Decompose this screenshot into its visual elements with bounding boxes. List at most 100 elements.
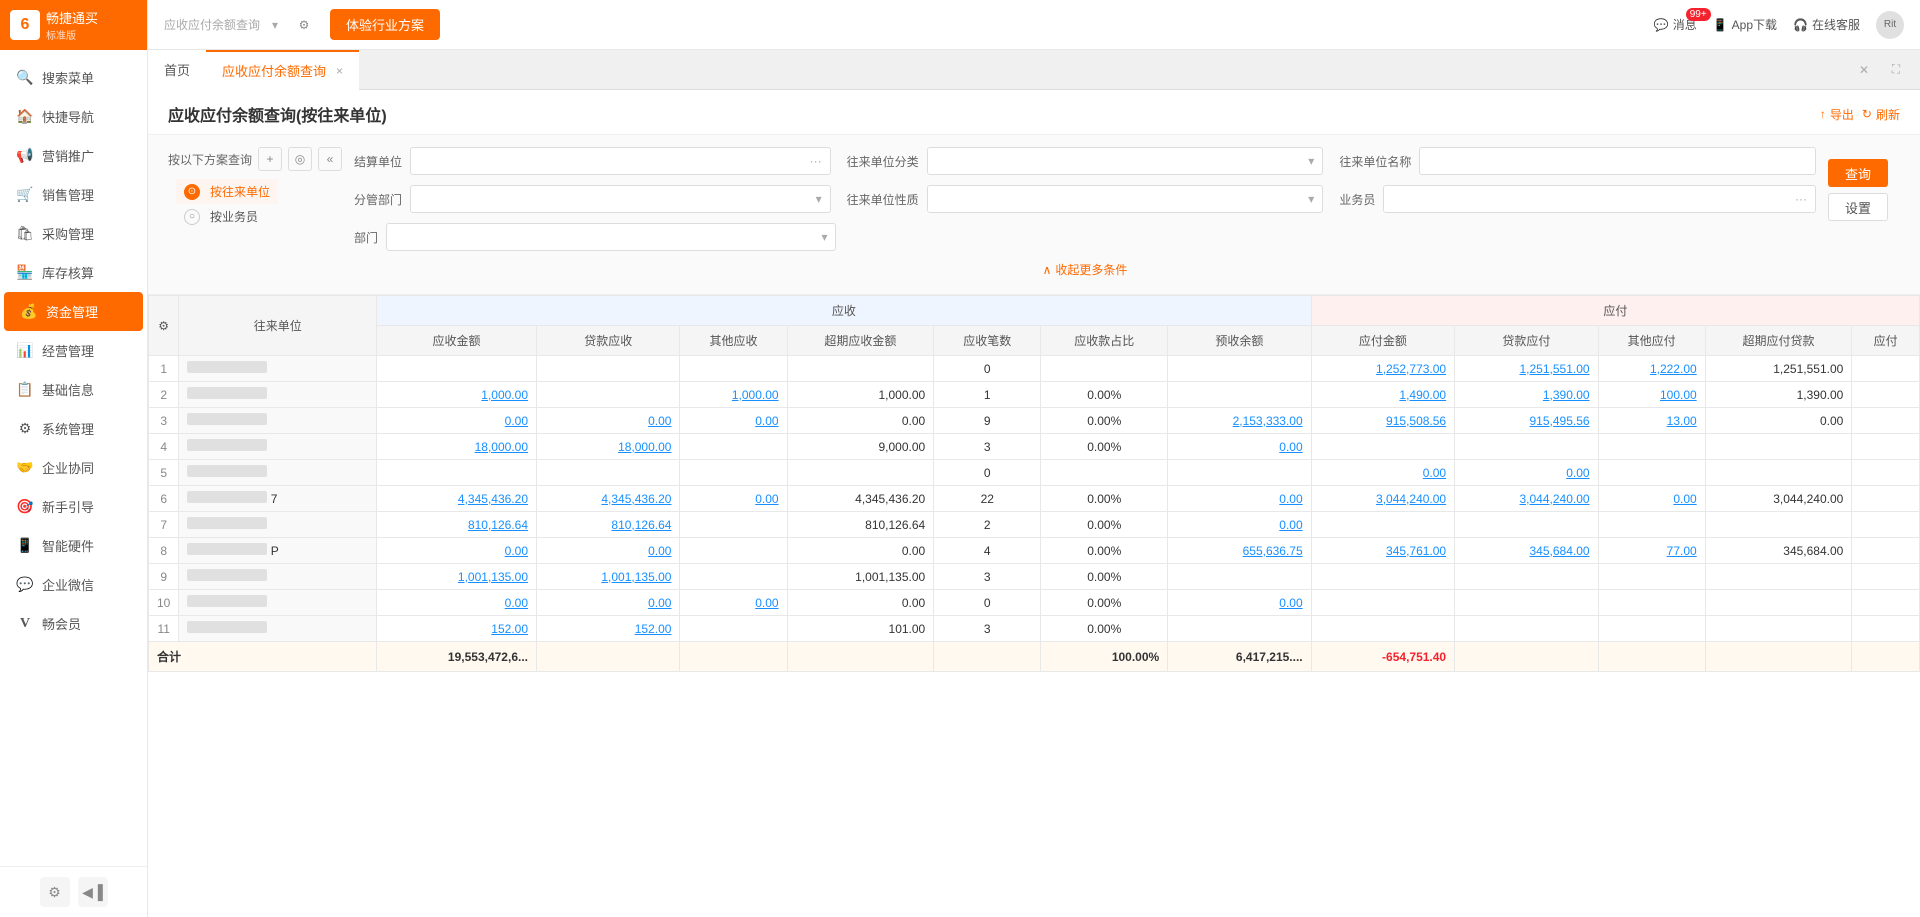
sidebar-item-basic-info[interactable]: 📋 基础信息: [0, 370, 147, 409]
table-row: 8 P0.000.000.0040.00%655,636.75345,761.0…: [149, 538, 1920, 564]
table-row: 30.000.000.000.0090.00%2,153,333.00915,5…: [149, 408, 1920, 434]
sidebar-item-operations[interactable]: 📊 经营管理: [0, 331, 147, 370]
sidebar-item-guide[interactable]: 🎯 新手引导: [0, 487, 147, 526]
collapse-bar[interactable]: ∧ 收起更多条件: [354, 257, 1816, 282]
solution-button[interactable]: 体验行业方案: [330, 9, 440, 40]
col-group-payable: 应付: [1311, 296, 1919, 326]
partner-name-label: 往来单位名称: [1339, 153, 1411, 170]
col-ar-loan: 贷款应收: [537, 326, 680, 356]
partner-category-select[interactable]: ▾: [927, 147, 1324, 175]
page-actions: ↑ 导出 ↻ 刷新: [1820, 106, 1900, 123]
sidebar-item-marketing[interactable]: 📢 营销推广: [0, 136, 147, 175]
by-partner-item[interactable]: ⊙ 按往来单位: [176, 179, 278, 204]
footer-ar-total: 19,553,472,6...: [377, 642, 537, 672]
partner-name-cell: [179, 564, 377, 590]
scheme-settings-btn[interactable]: ◎: [288, 147, 312, 171]
by-salesman-label: 按业务员: [210, 208, 258, 225]
tab-close-btn[interactable]: ✕: [1852, 58, 1876, 82]
breadcrumb: 应收应付余额查询: [164, 16, 260, 33]
sidebar-item-warehouse[interactable]: 🏪 库存核算: [0, 253, 147, 292]
message-btn[interactable]: 💬 消息 99+: [1654, 16, 1697, 33]
by-salesman-item[interactable]: ○ 按业务员: [176, 204, 278, 229]
footer-ar-count: [934, 642, 1041, 672]
table-row: 7810,126.64810,126.64810,126.6420.00%0.0…: [149, 512, 1920, 538]
sidebar-bottom: ⚙ ◀▐: [0, 866, 147, 917]
system-icon: ⚙: [16, 420, 34, 437]
tab-ar-ap[interactable]: 应收应付余额查询 ×: [206, 50, 359, 90]
search-form: 按以下方案查询 + ◎ « ⊙ 按往来单位 ○ 按业务员: [148, 135, 1920, 295]
partner-category-label: 往来单位分类: [847, 153, 919, 170]
service-icon: 🎧: [1793, 18, 1808, 32]
row-number: 10: [149, 590, 179, 616]
table-row: 500.000.00: [149, 460, 1920, 486]
scheme-collapse-btn[interactable]: «: [318, 147, 342, 171]
partner-name-cell: [179, 408, 377, 434]
page-title: 应收应付余额查询(按往来单位): [168, 102, 387, 126]
footer-ap-total: -654,751.40: [1311, 642, 1454, 672]
add-scheme-btn[interactable]: +: [258, 147, 282, 171]
collapse-btn[interactable]: ◀▐: [78, 877, 108, 907]
set-button[interactable]: 设置: [1828, 193, 1888, 221]
enterprise-icon: 🤝: [16, 459, 34, 476]
sidebar-item-sales[interactable]: 🛒 销售管理: [0, 175, 147, 214]
settlement-input[interactable]: ···: [410, 147, 831, 175]
right-buttons: 查询 设置: [1828, 147, 1900, 221]
settings-bottom-btn[interactable]: ⚙: [40, 877, 70, 907]
tab-close-icon[interactable]: ×: [336, 64, 343, 78]
row-number: 11: [149, 616, 179, 642]
user-avatar[interactable]: Rit: [1876, 11, 1904, 39]
refresh-button[interactable]: ↻ 刷新: [1862, 106, 1900, 123]
table-row: 101,252,773.001,251,551.001,222.001,251,…: [149, 356, 1920, 382]
col-partner: 往来单位: [179, 296, 377, 356]
dropdown-arrow: ▾: [272, 18, 278, 32]
by-partner-label: 按往来单位: [210, 183, 270, 200]
service-label: 在线客服: [1812, 16, 1860, 33]
dept-select[interactable]: ▾: [386, 223, 836, 251]
table-row: 6 74,345,436.204,345,436.200.004,345,436…: [149, 486, 1920, 512]
footer-ar-ratio: 100.00%: [1041, 642, 1168, 672]
sidebar-item-search[interactable]: 🔍 搜索菜单: [0, 58, 147, 97]
sidebar-item-wechat[interactable]: 💬 企业微信: [0, 565, 147, 604]
row-number: 9: [149, 564, 179, 590]
col-ar-prepay: 预收余额: [1168, 326, 1311, 356]
app-logo: 6 畅捷通买 标准版: [0, 0, 147, 50]
sidebar-item-enterprise[interactable]: 🤝 企业协同: [0, 448, 147, 487]
purchase-icon: 🛍: [16, 225, 34, 242]
export-button[interactable]: ↑ 导出: [1820, 106, 1854, 123]
salesman-input[interactable]: ···: [1383, 185, 1816, 213]
refresh-label: 刷新: [1876, 106, 1900, 123]
row-number: 7: [149, 512, 179, 538]
logo-icon: 6: [10, 10, 40, 40]
table-row: 418,000.0018,000.009,000.0030.00%0.00: [149, 434, 1920, 460]
query-button[interactable]: 查询: [1828, 159, 1888, 187]
dept-manager-select[interactable]: ▾: [410, 185, 831, 213]
sidebar-item-finance[interactable]: 💰 资金管理: [4, 292, 143, 331]
sidebar-item-system[interactable]: ⚙ 系统管理: [0, 409, 147, 448]
table-row: 91,001,135.001,001,135.001,001,135.0030.…: [149, 564, 1920, 590]
footer-label: 合计: [149, 642, 377, 672]
partner-nature-select[interactable]: ▾: [927, 185, 1324, 213]
table-row: 21,000.001,000.001,000.0010.00%1,490.001…: [149, 382, 1920, 408]
partner-name-cell: P: [179, 538, 377, 564]
sidebar-item-hardware[interactable]: 📱 智能硬件: [0, 526, 147, 565]
sidebar-item-quick-nav[interactable]: 🏠 快捷导航: [0, 97, 147, 136]
dept-manager-label: 分管部门: [354, 191, 402, 208]
partner-name-input[interactable]: [1419, 147, 1816, 175]
col-settings[interactable]: ⚙: [149, 296, 179, 356]
sales-icon: 🛒: [16, 186, 34, 203]
app-icon: 📱: [1713, 18, 1728, 32]
settings-btn[interactable]: ⚙: [290, 11, 318, 39]
footer-ar-loan: [537, 642, 680, 672]
app-label: App下载: [1732, 16, 1777, 33]
by-partner-icon: ⊙: [184, 184, 200, 200]
tab-expand-btn[interactable]: ⛶: [1884, 58, 1908, 82]
col-ap-other: 其他应付: [1598, 326, 1705, 356]
sidebar-item-member[interactable]: V 畅会员: [0, 604, 147, 643]
app-download-btn[interactable]: 📱 App下载: [1713, 16, 1777, 33]
row-number: 8: [149, 538, 179, 564]
online-service-btn[interactable]: 🎧 在线客服: [1793, 16, 1860, 33]
wechat-icon: 💬: [16, 576, 34, 593]
tab-home[interactable]: 首页: [148, 50, 206, 90]
sidebar-item-purchase[interactable]: 🛍 采购管理: [0, 214, 147, 253]
guide-icon: 🎯: [16, 498, 34, 515]
